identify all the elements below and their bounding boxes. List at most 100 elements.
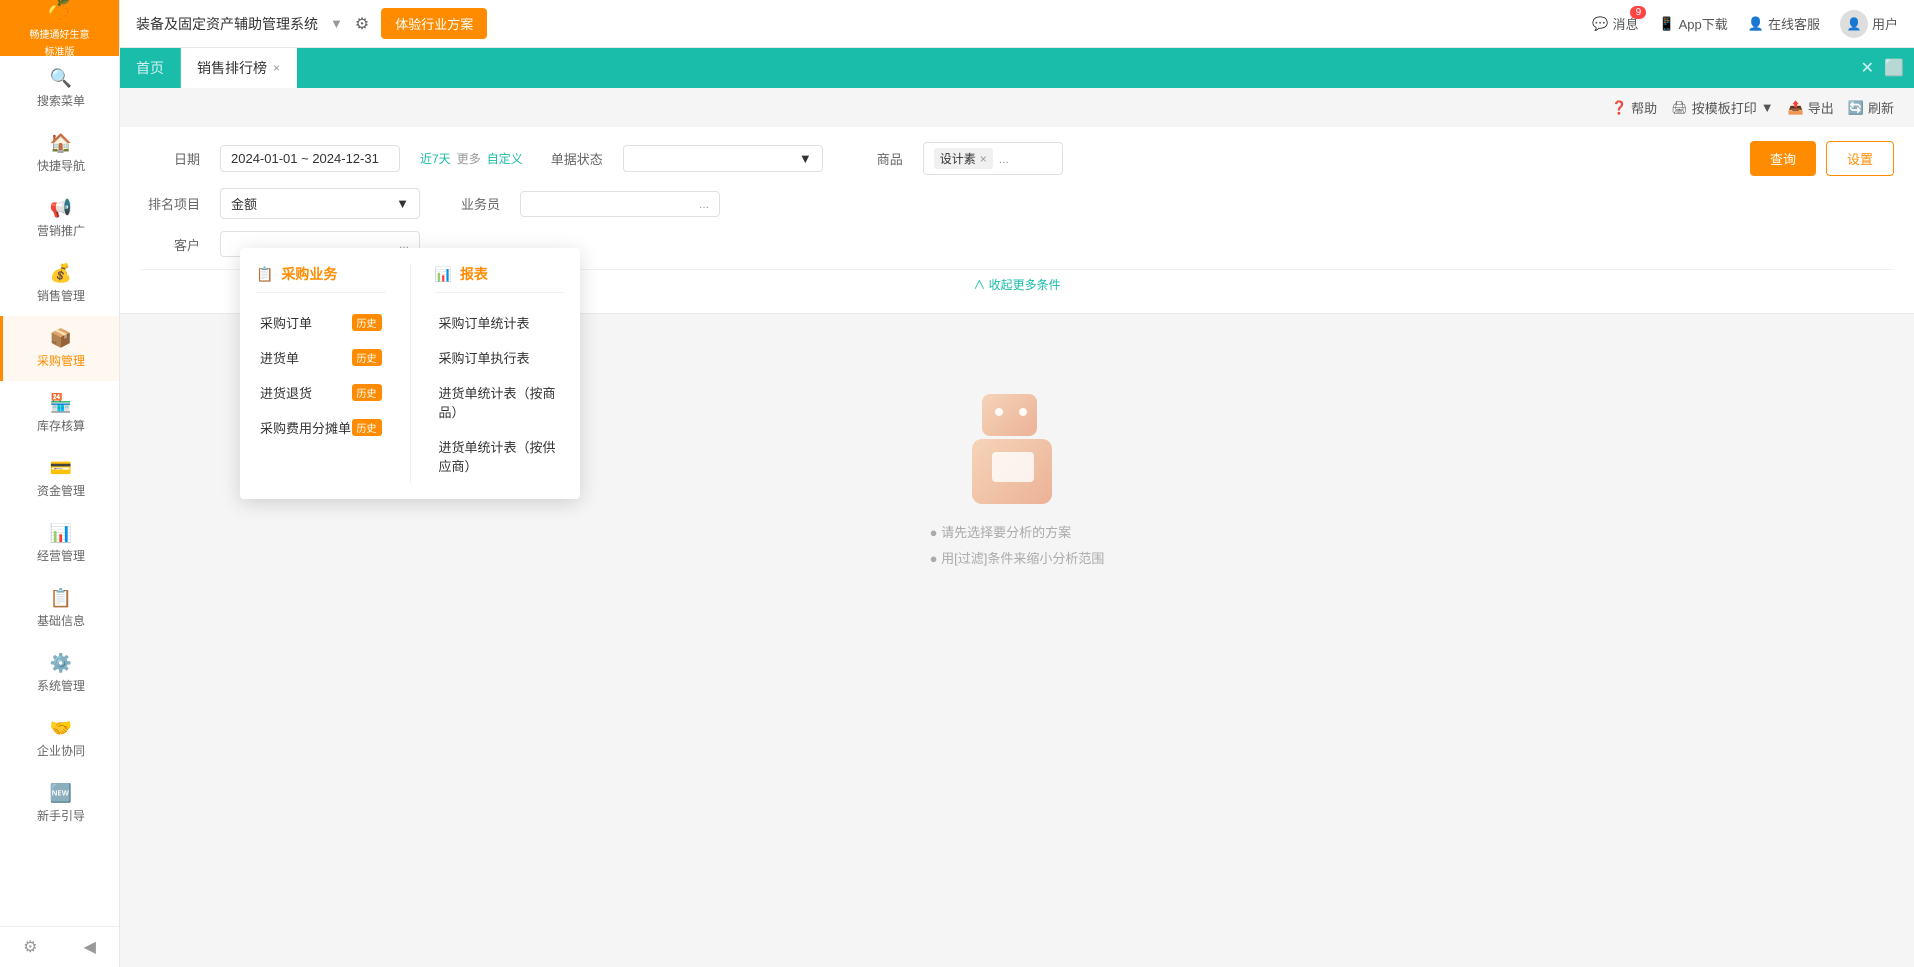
empty-tip: ● 请先选择要分析的方案 ● 用[过滤]条件来缩小分析范围 [930,520,1105,572]
tab-window-maximize[interactable]: ⬜ [1884,58,1904,78]
online-service-icon: 👤 [1748,16,1764,32]
sidebar-item-operation[interactable]: 📊 经营管理 [0,511,119,576]
sidebar-icon-collab: 🤝 [50,718,72,739]
tab-bar: 首页 销售排行榜 × ✕ ⬜ [120,48,1914,88]
report-col-title: 报表 [460,264,488,284]
sidebar-icon-sales: 💰 [50,263,72,284]
purchase-item-0[interactable]: 采购订单 历史 [256,305,386,340]
shortcut-custom[interactable]: 自定义 [487,150,523,167]
sidebar-label-sales: 销售管理 [37,287,85,304]
robot-eye-right [1019,408,1027,416]
sidebar-icon-operation: 📊 [50,523,72,544]
print-btn[interactable]: 🖨 按模板打印 ▼ [1671,98,1773,117]
sidebar-item-quick-nav[interactable]: 🏠 快捷导航 [0,121,119,186]
tab-close-icon[interactable]: × [273,61,280,75]
sidebar-label-basic: 基础信息 [37,612,85,629]
rank-dropdown-icon: ▼ [396,196,409,211]
notification-btn[interactable]: 💬 消息 9 [1592,14,1638,33]
goods-more-btn[interactable]: ... [999,152,1009,166]
goods-label: 商品 [843,149,903,168]
user-btn[interactable]: 👤 用户 [1840,10,1898,38]
date-label: 日期 [140,149,200,168]
report-item-2[interactable]: 进货单统计表（按商品） [435,375,565,429]
refresh-btn[interactable]: 🔄 刷新 [1848,98,1894,117]
goods-tag: 设计素 × [934,148,993,169]
sidebar-label-marketing: 营销推广 [37,222,85,239]
sidebar-label-search: 搜索菜单 [37,92,85,109]
report-item-label-0: 采购订单统计表 [439,313,530,332]
system-dropdown-arrow[interactable]: ▼ [330,16,343,31]
status-label: 单据状态 [543,149,603,168]
purchase-item-label-1: 进货单 [260,348,299,367]
industry-btn[interactable]: 体验行业方案 [381,8,487,39]
sidebar-item-search[interactable]: 🔍 搜索菜单 [0,56,119,121]
sidebar-item-finance[interactable]: 💳 资金管理 [0,446,119,511]
online-service-label: 在线客服 [1768,14,1820,33]
sidebar-item-sales[interactable]: 💰 销售管理 [0,251,119,316]
tab-home[interactable]: 首页 [120,48,181,88]
tab-window-close[interactable]: ✕ [1861,58,1874,78]
sidebar-icon-search: 🔍 [50,68,72,89]
top-header: 装备及固定资产辅助管理系统 ▼ ⚙ 体验行业方案 💬 消息 9 📱 App下载 … [120,0,1914,48]
print-dropdown-icon[interactable]: ▼ [1761,100,1774,115]
status-input[interactable]: ▼ [623,145,823,172]
purchase-col: 📋 采购业务 采购订单 历史进货单 历史进货退货 历史采购费用分摊单 历史 [256,264,386,483]
sidebar-item-marketing[interactable]: 📢 营销推广 [0,186,119,251]
rank-input[interactable]: 金额 ▼ [220,188,420,219]
sidebar-item-basic[interactable]: 📋 基础信息 [0,576,119,641]
shortcut-more[interactable]: 更多 [457,150,481,167]
sidebar-label-purchase: 采购管理 [37,352,85,369]
sidebar-item-guide[interactable]: 🆕 新手引导 [0,771,119,836]
sidebar-label-system: 系统管理 [37,677,85,694]
app-download-icon: 📱 [1658,16,1674,32]
date-shortcuts: 近7天 更多 自定义 [420,150,523,167]
salesman-more-btn[interactable]: ... [699,197,709,211]
purchase-item-2[interactable]: 进货退货 历史 [256,375,386,410]
dropdown-divider [410,264,411,483]
app-download-btn[interactable]: 📱 App下载 [1658,14,1727,33]
sidebar-item-purchase[interactable]: 📦 采购管理 [0,316,119,381]
user-label: 用户 [1872,14,1898,33]
report-item-1[interactable]: 采购订单执行表 [435,340,565,375]
notification-badge: 9 [1630,6,1646,19]
salesman-input[interactable]: ... [520,191,720,217]
sidebar-collapse-icon[interactable]: ◀ [84,937,96,957]
notification-icon: 💬 [1592,16,1608,32]
settings-btn[interactable]: 设置 [1826,141,1894,176]
report-items: 采购订单统计表采购订单执行表进货单统计表（按商品）进货单统计表（按供应商） [435,305,565,483]
help-btn[interactable]: ❓ 帮助 [1611,98,1657,117]
logo-text-line1: 畅捷通好生意 [30,26,90,41]
header-settings-icon[interactable]: ⚙ [355,14,369,34]
purchase-item-1[interactable]: 进货单 历史 [256,340,386,375]
report-item-3[interactable]: 进货单统计表（按供应商） [435,429,565,483]
sidebar-label-operation: 经营管理 [37,547,85,564]
purchase-item-3[interactable]: 采购费用分摊单 历史 [256,410,386,445]
online-service-btn[interactable]: 👤 在线客服 [1748,14,1820,33]
customer-label: 客户 [140,235,200,254]
robot-screen [992,452,1034,482]
sidebar-settings-icon[interactable]: ⚙ [23,937,37,957]
tab-sales-rank[interactable]: 销售排行榜 × [181,48,297,88]
sidebar-icon-purchase: 📦 [50,328,72,349]
sidebar-item-inventory[interactable]: 🏪 库存核算 [0,381,119,446]
query-btn[interactable]: 查询 [1750,141,1816,176]
sidebar-label-quick-nav: 快捷导航 [37,157,85,174]
app-download-label: App下载 [1679,14,1728,33]
purchase-item-badge-0: 历史 [352,314,382,331]
purchase-item-badge-1: 历史 [352,349,382,366]
date-range-input[interactable]: 2024-01-01 ~ 2024-12-31 [220,145,400,172]
collapse-label: 收起更多条件 [989,278,1061,292]
export-btn[interactable]: 📤 导出 [1788,98,1834,117]
tab-bar-right: ✕ ⬜ [1861,48,1914,88]
sidebar-item-system[interactable]: ⚙️ 系统管理 [0,641,119,706]
goods-input[interactable]: 设计素 × ... [923,142,1063,175]
purchase-item-label-3: 采购费用分摊单 [260,418,351,437]
report-item-0[interactable]: 采购订单统计表 [435,305,565,340]
purchase-item-badge-2: 历史 [352,384,382,401]
shortcut-7days[interactable]: 近7天 [420,150,451,167]
goods-tag-close[interactable]: × [980,152,987,166]
sidebar-item-collab[interactable]: 🤝 企业协同 [0,706,119,771]
system-title: 装备及固定资产辅助管理系统 [136,14,318,34]
purchase-dropdown-menu: 📋 采购业务 采购订单 历史进货单 历史进货退货 历史采购费用分摊单 历史 📊 … [240,248,580,499]
export-label: 导出 [1808,98,1834,117]
